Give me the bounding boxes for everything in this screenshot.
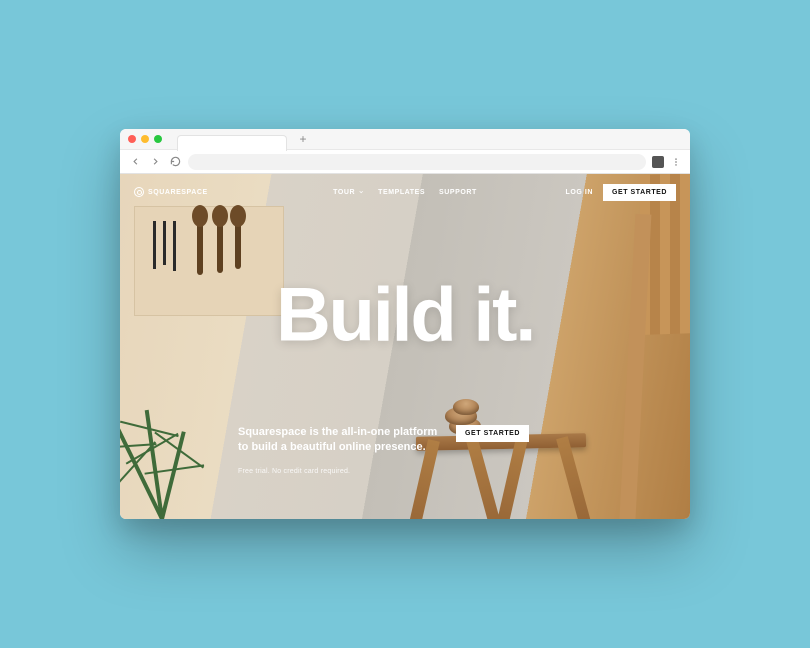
minimize-window-button[interactable] (141, 135, 149, 143)
decor-bowl (453, 399, 479, 415)
hero-subtitle: Squarespace is the all-in-one platform t… (238, 425, 438, 455)
nav-support-label: SUPPORT (439, 189, 477, 196)
site-nav: SQUARESPACE TOUR TEMPLATES SUPPORT (120, 174, 690, 210)
decor-tool-panel (134, 206, 284, 316)
tab-bar: + (120, 129, 690, 149)
hero-get-started-button[interactable]: GET STARTED (456, 425, 529, 442)
browser-tab[interactable] (177, 135, 287, 151)
menu-icon[interactable] (670, 156, 682, 168)
decor-spoon (197, 215, 203, 275)
address-bar[interactable] (188, 154, 646, 170)
nav-right: LOG IN GET STARTED (565, 184, 676, 201)
nav-tour[interactable]: TOUR (333, 189, 364, 196)
decor-chisel (153, 221, 156, 269)
chevron-down-icon (358, 189, 364, 195)
nav-templates-label: TEMPLATES (378, 189, 425, 196)
nav-support[interactable]: SUPPORT (439, 189, 477, 196)
nav-templates[interactable]: TEMPLATES (378, 189, 425, 196)
window-controls (128, 135, 162, 143)
login-label: LOG IN (565, 189, 592, 196)
fullscreen-window-button[interactable] (154, 135, 162, 143)
new-tab-button[interactable]: + (296, 132, 310, 146)
nav-center: TOUR TEMPLATES SUPPORT (333, 189, 477, 196)
decor-spoon (235, 215, 241, 269)
brand-name: SQUARESPACE (148, 189, 208, 196)
hero-title: Build it. (276, 272, 534, 359)
close-window-button[interactable] (128, 135, 136, 143)
address-bar-row (120, 149, 690, 173)
profile-icon[interactable] (652, 156, 664, 168)
forward-button[interactable] (148, 155, 162, 169)
decor-frond (160, 431, 186, 519)
reload-button[interactable] (168, 155, 182, 169)
decor-spoon (217, 215, 223, 273)
decor-palm (120, 389, 230, 519)
get-started-button[interactable]: GET STARTED (603, 184, 676, 201)
brand[interactable]: SQUARESPACE (134, 187, 208, 197)
hero-sub-row: Squarespace is the all-in-one platform t… (238, 425, 570, 455)
brand-logo-icon (134, 187, 144, 197)
back-button[interactable] (128, 155, 142, 169)
nav-tour-label: TOUR (333, 189, 355, 196)
decor-chisel (163, 221, 166, 265)
login-link[interactable]: LOG IN (565, 189, 592, 196)
decor-chisel (173, 221, 176, 271)
browser-window: + (120, 129, 690, 519)
page-viewport: SQUARESPACE TOUR TEMPLATES SUPPORT (120, 174, 690, 519)
browser-chrome: + (120, 129, 690, 174)
hero-note: Free trial. No credit card required. (238, 468, 350, 475)
